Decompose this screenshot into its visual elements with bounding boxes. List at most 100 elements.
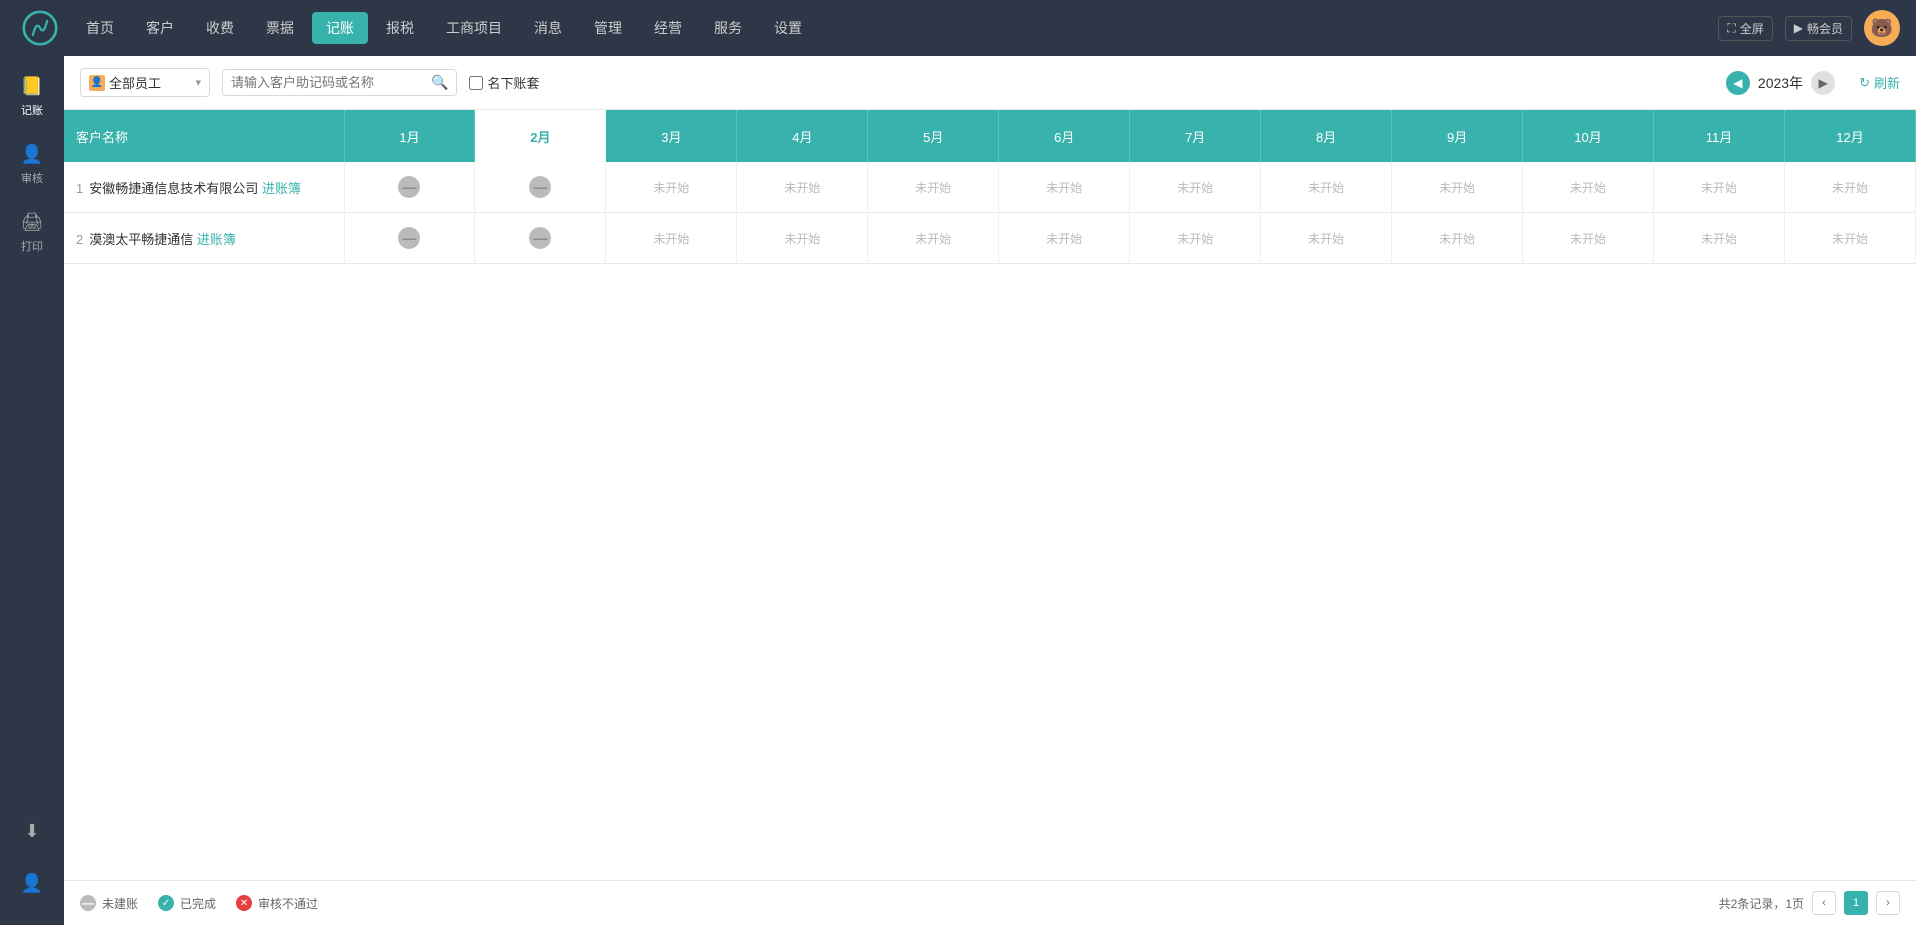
nav-item-票据[interactable]: 票据 <box>252 12 308 44</box>
fullscreen-icon: ⛶ <box>1727 21 1735 36</box>
download-icon: ⬇ <box>20 819 44 843</box>
not-started-label: 未开始 <box>1439 181 1475 195</box>
month-cell-3: 未开始 <box>606 213 737 264</box>
nav-item-消息[interactable]: 消息 <box>520 12 576 44</box>
sidebar-item-print-label: 打印 <box>21 238 43 254</box>
month-cell-2: — <box>475 162 606 213</box>
next-year-button[interactable]: ▶ <box>1811 71 1835 95</box>
checkbox-myaccounts[interactable]: 名下账套 <box>469 73 539 92</box>
legend-rejected: ✕ 审核不通过 <box>236 895 318 912</box>
employee-select[interactable]: 👤 全部员工 ▾ <box>80 68 210 97</box>
search-input[interactable] <box>223 71 423 94</box>
vip-icon: ▶ <box>1794 21 1803 35</box>
col-1月: 1月 <box>344 110 475 162</box>
month-cell-8: 未开始 <box>1261 162 1392 213</box>
not-started-label: 未开始 <box>1177 232 1213 246</box>
col-12月: 12月 <box>1784 110 1915 162</box>
not-started-label: 未开始 <box>653 232 689 246</box>
sidebar-item-audit[interactable]: 👤 审核 <box>4 132 60 196</box>
sidebar-item-print[interactable]: 🖨 打印 <box>4 200 60 264</box>
nav-item-经营[interactable]: 经营 <box>640 12 696 44</box>
nav-item-服务[interactable]: 服务 <box>700 12 756 44</box>
not-started-label: 未开始 <box>784 181 820 195</box>
month-cell-4: 未开始 <box>737 162 868 213</box>
content-area: 👤 全部员工 ▾ 🔍 名下账套 ◀ 2023年 ▶ ↻ 刷新 <box>64 56 1916 925</box>
year-display: 2023年 <box>1758 73 1803 93</box>
prev-page-button[interactable]: ‹ <box>1812 891 1836 915</box>
client-name: 漠澳太平畅捷通信 <box>89 232 193 247</box>
col-客户名称: 客户名称 <box>64 110 344 162</box>
x-icon: ✕ <box>240 898 248 909</box>
search-button[interactable]: 🔍 <box>423 70 456 95</box>
nav-item-报税[interactable]: 报税 <box>372 12 428 44</box>
enter-ledger-link[interactable]: 进账簿 <box>262 181 301 196</box>
month-cell-8: 未开始 <box>1261 213 1392 264</box>
left-sidebar: 📒 记账 👤 审核 🖨 打印 ⬇ 👤 <box>0 56 64 925</box>
legend-not-created-label: 未建账 <box>102 895 138 912</box>
not-started-label: 未开始 <box>1046 181 1082 195</box>
chevron-down-icon: ▾ <box>195 76 201 89</box>
not-started-label: 未开始 <box>915 232 951 246</box>
refresh-icon: ↻ <box>1859 75 1870 91</box>
total-records: 共2条记录，1页 <box>1719 895 1804 912</box>
legend-gray-dot: — <box>80 895 96 911</box>
table-body: 1安徽畅捷通信息技术有限公司 进账簿——未开始未开始未开始未开始未开始未开始未开… <box>64 162 1916 264</box>
prev-year-button[interactable]: ◀ <box>1726 71 1750 95</box>
nav-item-工商项目[interactable]: 工商项目 <box>432 12 516 44</box>
employee-label: 全部员工 <box>109 73 161 92</box>
top-nav-right: ⛶ 全屏 ▶ 畅会员 🐻 <box>1718 10 1900 46</box>
next-page-button[interactable]: › <box>1876 891 1900 915</box>
footer: — 未建账 ✓ 已完成 ✕ 审核不通过 共2条记录，1页 ‹ 1 <box>64 880 1916 925</box>
not-started-label: 未开始 <box>1701 181 1737 195</box>
table-header-row: 客户名称1月2月3月4月5月6月7月8月9月10月11月12月 <box>64 110 1916 162</box>
search-wrap: 🔍 <box>222 69 457 96</box>
sidebar-item-user[interactable]: 👤 <box>4 861 60 905</box>
col-6月: 6月 <box>999 110 1130 162</box>
col-10月: 10月 <box>1523 110 1654 162</box>
table-row: 2漠澳太平畅捷通信 进账簿——未开始未开始未开始未开始未开始未开始未开始未开始未… <box>64 213 1916 264</box>
vip-label: 畅会员 <box>1807 20 1843 37</box>
month-cell-2: — <box>475 213 606 264</box>
enter-ledger-link[interactable]: 进账簿 <box>197 232 236 247</box>
row-num: 1 <box>76 181 83 196</box>
not-started-label: 未开始 <box>784 232 820 246</box>
nav-item-客户[interactable]: 客户 <box>132 12 188 44</box>
refresh-button[interactable]: ↻ 刷新 <box>1859 73 1900 92</box>
col-7月: 7月 <box>1130 110 1261 162</box>
month-cell-11: 未开始 <box>1654 213 1785 264</box>
nav-item-记账[interactable]: 记账 <box>312 12 368 44</box>
vip-button[interactable]: ▶ 畅会员 <box>1785 16 1852 41</box>
not-started-label: 未开始 <box>1832 232 1868 246</box>
col-9月: 9月 <box>1392 110 1523 162</box>
refresh-label: 刷新 <box>1874 73 1900 92</box>
fullscreen-button[interactable]: ⛶ 全屏 <box>1718 16 1772 41</box>
month-cell-6: 未开始 <box>999 213 1130 264</box>
nav-item-设置[interactable]: 设置 <box>760 12 816 44</box>
row-num: 2 <box>76 232 83 247</box>
legend-completed: ✓ 已完成 <box>158 895 216 912</box>
col-5月: 5月 <box>868 110 999 162</box>
legend-teal-dot: ✓ <box>158 895 174 911</box>
not-started-label: 未开始 <box>1570 181 1606 195</box>
page-1-button[interactable]: 1 <box>1844 891 1868 915</box>
legend-red-dot: ✕ <box>236 895 252 911</box>
sidebar-item-accounting[interactable]: 📒 记账 <box>4 64 60 128</box>
nav-item-管理[interactable]: 管理 <box>580 12 636 44</box>
employee-icon: 👤 <box>89 75 105 91</box>
avatar[interactable]: 🐻 <box>1864 10 1900 46</box>
main-layout: 📒 记账 👤 审核 🖨 打印 ⬇ 👤 👤 全部员工 ▾ <box>0 56 1916 925</box>
nav-item-收费[interactable]: 收费 <box>192 12 248 44</box>
status-dash: — <box>398 176 420 198</box>
nav-item-首页[interactable]: 首页 <box>72 12 128 44</box>
year-nav: ◀ 2023年 ▶ <box>1726 71 1835 95</box>
legend-rejected-label: 审核不通过 <box>258 895 318 912</box>
audit-icon: 👤 <box>20 142 44 166</box>
month-cell-9: 未开始 <box>1392 213 1523 264</box>
sidebar-item-download[interactable]: ⬇ <box>4 809 60 853</box>
month-cell-3: 未开始 <box>606 162 737 213</box>
client-name-cell: 2 漠澳太平畅捷通信 进账簿 <box>64 213 344 264</box>
accounting-icon: 📒 <box>20 74 44 98</box>
month-cell-5: 未开始 <box>868 213 999 264</box>
logo[interactable] <box>16 4 64 52</box>
myaccounts-checkbox[interactable] <box>469 76 483 90</box>
